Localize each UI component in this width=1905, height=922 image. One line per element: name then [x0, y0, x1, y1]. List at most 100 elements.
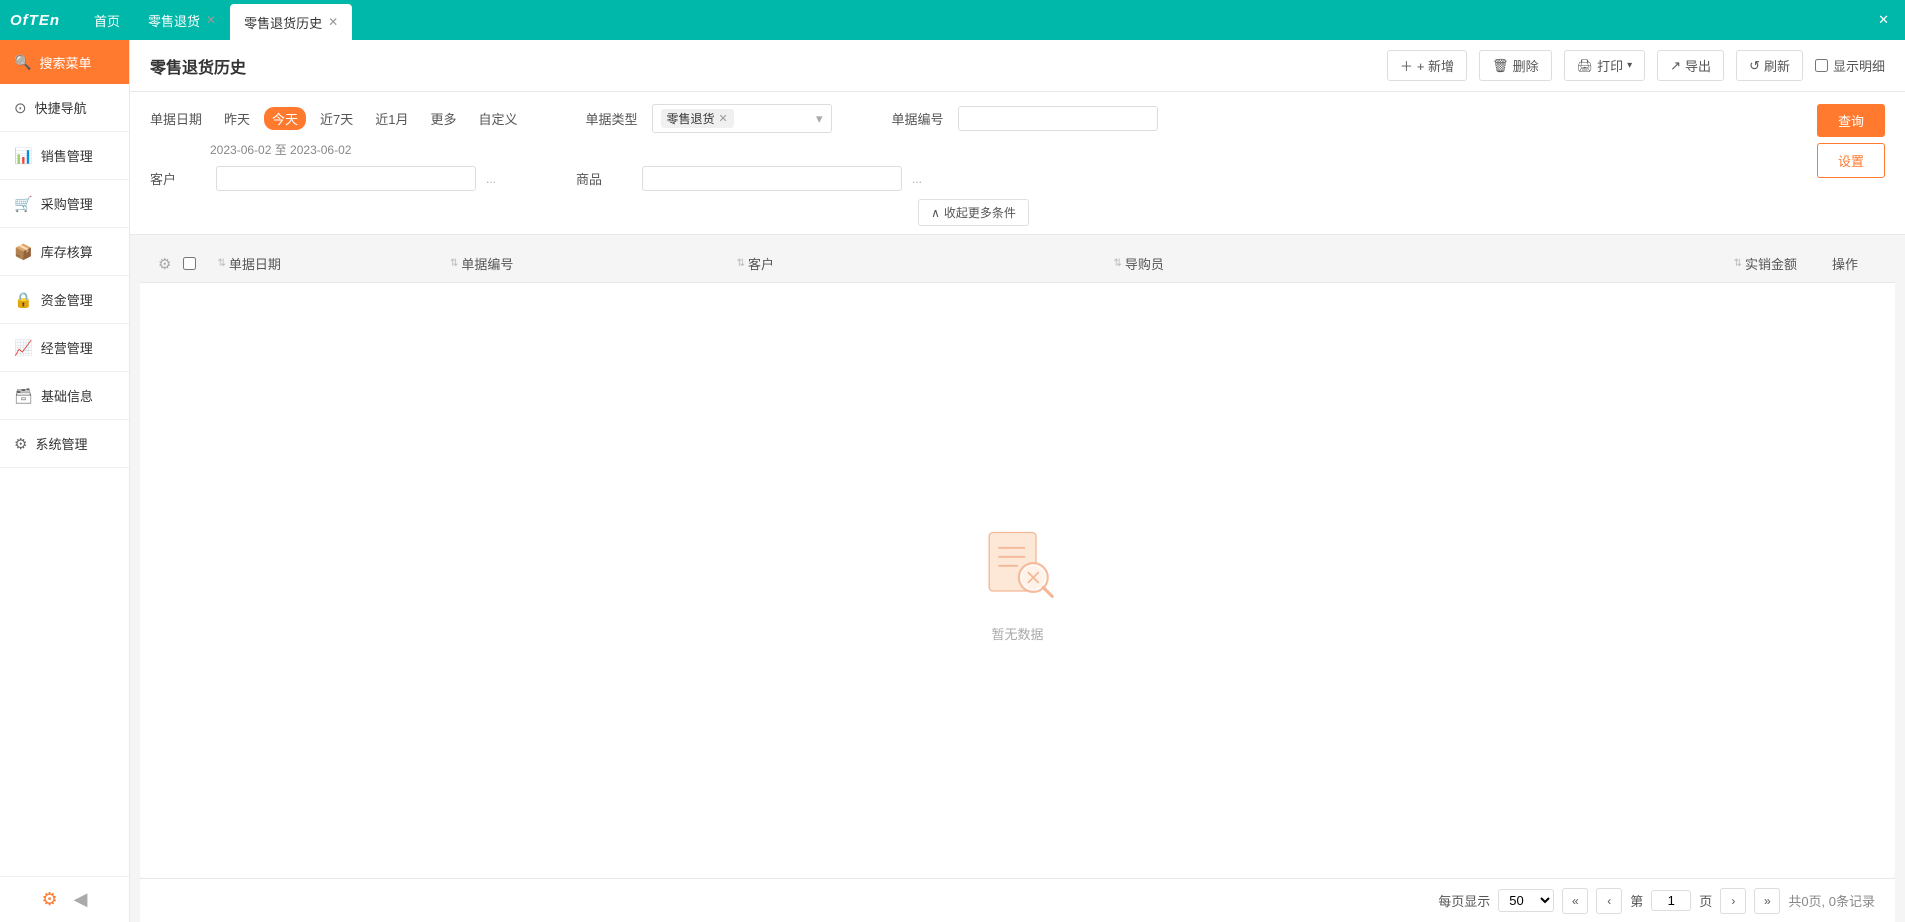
goods-ellipsis-icon[interactable]: ...	[912, 172, 922, 186]
toolbar: ＋ + 新增 🗑 删除 🖨 打印 ▾ ↗ 导出 ↺	[1387, 50, 1885, 81]
empty-icon	[973, 519, 1063, 612]
sidebar-item-finance[interactable]: 🔒 资金管理	[0, 276, 129, 324]
date-filter-options: 昨天 今天 近7天 近1月 更多 自定义	[216, 107, 526, 130]
sidebar-search[interactable]: 🔍 搜索菜单	[0, 40, 129, 84]
system-icon: ⚙	[14, 435, 27, 453]
date-option-custom[interactable]: 自定义	[471, 107, 526, 130]
th-docno[interactable]: ⇅ 单据编号	[442, 254, 729, 273]
export-icon: ↗	[1670, 58, 1681, 74]
pagination-bar: 每页显示 20 50 100 « ‹ 第 页 › » 共0页, 0条记录	[140, 878, 1895, 922]
table-area: ⚙ ⇅ 单据日期 ⇅ 单据编号 ⇅ 客户 ⇅ 导购员	[140, 245, 1895, 878]
page-size-label: 每页显示	[1438, 891, 1490, 910]
table-select-all-checkbox[interactable]	[183, 257, 196, 270]
table-header: ⚙ ⇅ 单据日期 ⇅ 单据编号 ⇅ 客户 ⇅ 导购员	[140, 245, 1895, 283]
th-amount-sort-icon: ⇅	[1734, 258, 1742, 269]
sidebar-item-inventory[interactable]: 📦 库存核算	[0, 228, 129, 276]
tab-retail-return-history[interactable]: 零售退货历史 ✕	[230, 4, 352, 40]
customer-ellipsis-icon[interactable]: ...	[486, 172, 496, 186]
empty-text: 暂无数据	[991, 624, 1043, 643]
finance-icon: 🔒	[14, 291, 33, 309]
sidebar-footer: ⚙ ◀	[0, 876, 129, 922]
customer-filter-item: 客户 ...	[150, 166, 496, 191]
goods-filter-item: 商品 ...	[576, 166, 922, 191]
goods-input[interactable]	[642, 166, 902, 191]
tab-home[interactable]: 首页	[80, 0, 134, 40]
page-size-select[interactable]: 20 50 100	[1498, 889, 1554, 912]
layout: 🔍 搜索菜单 ⊙ 快捷导航 📊 销售管理 🛒 采购管理 📦 库存核算 🔒 资金管…	[0, 40, 1905, 922]
sidebar-settings-icon[interactable]: ⚙	[42, 889, 58, 910]
sidebar-item-purchase[interactable]: 🛒 采购管理	[0, 180, 129, 228]
doc-no-label: 单据编号	[892, 109, 952, 128]
doc-no-input[interactable]	[958, 106, 1158, 131]
date-filter-label: 单据日期	[150, 109, 210, 128]
new-button[interactable]: ＋ + 新增	[1387, 50, 1467, 81]
print-icon: 🖨	[1577, 58, 1594, 74]
top-bar-close[interactable]: ✕	[1878, 12, 1889, 28]
top-bar: OfTEn 首页 零售退货 ✕ 零售退货历史 ✕ ✕	[0, 0, 1905, 40]
customer-input[interactable]	[216, 166, 476, 191]
doc-type-dropdown-icon: ▾	[816, 111, 823, 127]
purchase-icon: 🛒	[14, 195, 33, 213]
sidebar-item-sales[interactable]: 📊 销售管理	[0, 132, 129, 180]
refresh-button[interactable]: ↺ 刷新	[1736, 50, 1803, 81]
table-settings-icon[interactable]: ⚙	[150, 255, 179, 273]
doc-type-select[interactable]: 零售退货 ✕ ▾	[652, 104, 832, 133]
date-option-more[interactable]: 更多	[423, 107, 465, 130]
tab-retail-return-close[interactable]: ✕	[206, 13, 216, 27]
main-content: 零售退货历史 ＋ + 新增 🗑 删除 🖨 打印 ▾ ↗ 导出	[130, 40, 1905, 922]
delete-button[interactable]: 🗑 删除	[1479, 50, 1552, 81]
operations-icon: 📈	[14, 339, 33, 357]
filter-row-2: 客户 ... 商品 ...	[150, 166, 1797, 191]
date-option-today[interactable]: 今天	[264, 107, 306, 130]
sidebar-collapse-icon[interactable]: ◀	[74, 889, 88, 910]
sidebar-item-quick-nav[interactable]: ⊙ 快捷导航	[0, 84, 129, 132]
tab-retail-return[interactable]: 零售退货 ✕	[134, 0, 230, 40]
th-date[interactable]: ⇅ 单据日期	[209, 254, 442, 273]
page-label: 第	[1630, 891, 1643, 910]
date-option-1month[interactable]: 近1月	[367, 107, 416, 130]
filter-section: 单据日期 昨天 今天 近7天 近1月 更多 自定义 单据类型	[130, 92, 1905, 235]
sidebar-item-basic-info[interactable]: 🗃 基础信息	[0, 372, 129, 420]
export-button[interactable]: ↗ 导出	[1657, 50, 1724, 81]
page-next-button[interactable]: ›	[1720, 888, 1746, 914]
collapse-button[interactable]: ∧ 收起更多条件	[918, 199, 1029, 226]
sidebar: 🔍 搜索菜单 ⊙ 快捷导航 📊 销售管理 🛒 采购管理 📦 库存核算 🔒 资金管…	[0, 40, 130, 922]
search-icon: 🔍	[14, 54, 31, 71]
sidebar-item-operations[interactable]: 📈 经营管理	[0, 324, 129, 372]
empty-state: 暂无数据	[973, 519, 1063, 643]
collapse-row: ∧ 收起更多条件	[150, 199, 1797, 226]
sidebar-item-system[interactable]: ⚙ 系统管理	[0, 420, 129, 468]
collapse-icon: ∧	[931, 206, 940, 220]
display-detail-label[interactable]: 显示明细	[1815, 56, 1885, 75]
th-guide-sort-icon: ⇅	[1113, 258, 1121, 269]
total-info: 共0页, 0条记录	[1788, 891, 1875, 910]
print-button[interactable]: 🖨 打印 ▾	[1564, 50, 1646, 81]
inventory-icon: 📦	[14, 243, 33, 261]
customer-label: 客户	[150, 169, 210, 188]
th-guide[interactable]: ⇅ 导购员	[1105, 254, 1392, 273]
page-number-input[interactable]	[1651, 890, 1691, 911]
filter-row-1: 单据日期 昨天 今天 近7天 近1月 更多 自定义 单据类型	[150, 104, 1797, 133]
tab-retail-return-history-close[interactable]: ✕	[328, 15, 338, 29]
settings-button[interactable]: 设置	[1817, 143, 1885, 178]
display-detail-checkbox[interactable]	[1815, 59, 1828, 72]
quick-nav-icon: ⊙	[14, 99, 27, 117]
basic-info-icon: 🗃	[14, 387, 33, 405]
date-filter-item: 单据日期 昨天 今天 近7天 近1月 更多 自定义	[150, 107, 526, 130]
page-title: 零售退货历史	[150, 54, 246, 78]
brand-logo: OfTEn	[10, 12, 60, 29]
date-option-yesterday[interactable]: 昨天	[216, 107, 258, 130]
doc-type-label: 单据类型	[586, 109, 646, 128]
query-button[interactable]: 查询	[1817, 104, 1885, 137]
th-customer[interactable]: ⇅ 客户	[729, 254, 1106, 273]
doc-type-tag-close[interactable]: ✕	[719, 112, 728, 125]
page-unit: 页	[1699, 891, 1712, 910]
th-date-sort-icon: ⇅	[217, 258, 225, 269]
page-prev-button[interactable]: ‹	[1596, 888, 1622, 914]
sales-icon: 📊	[14, 147, 33, 165]
th-amount[interactable]: ⇅ 实销金额	[1573, 254, 1806, 273]
goods-label: 商品	[576, 169, 636, 188]
page-first-button[interactable]: «	[1562, 888, 1588, 914]
page-last-button[interactable]: »	[1754, 888, 1780, 914]
date-option-7days[interactable]: 近7天	[312, 107, 361, 130]
